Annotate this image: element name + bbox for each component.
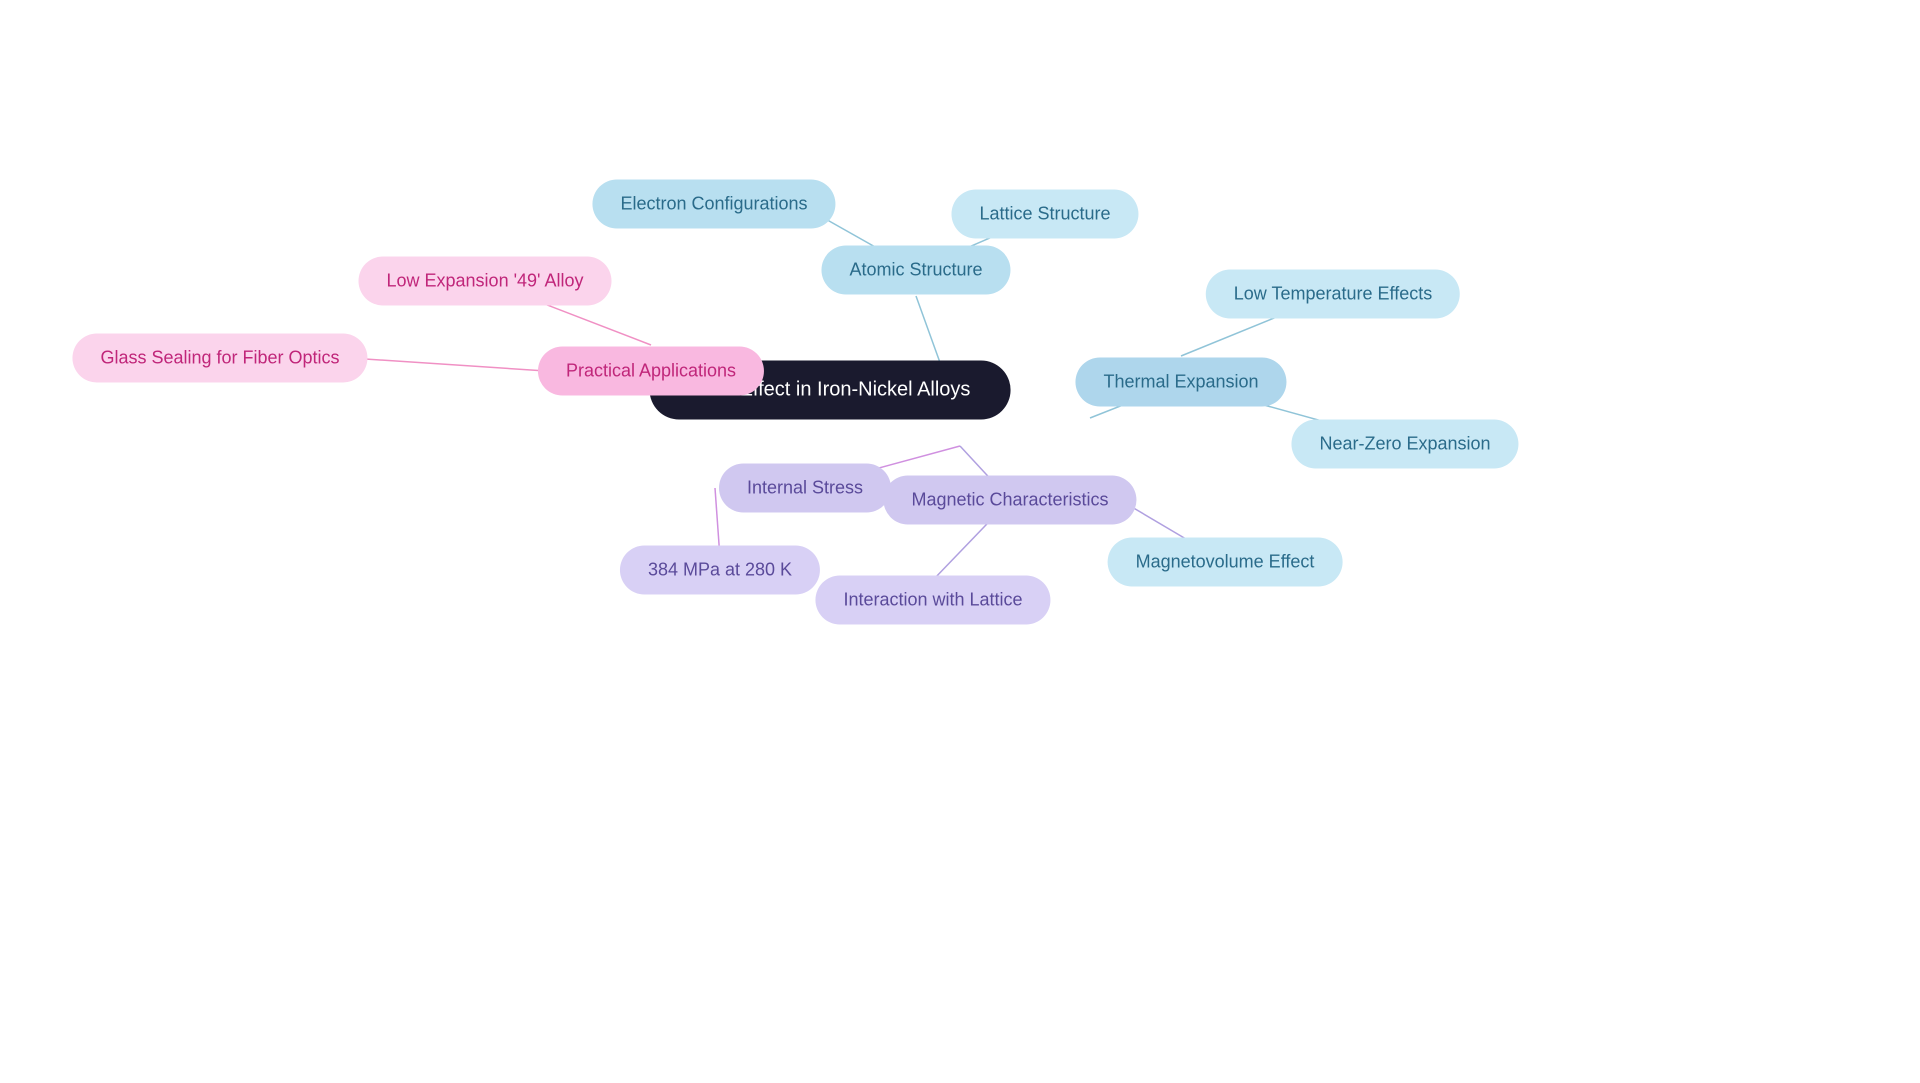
magnetic-characteristics-node[interactable]: Magnetic Characteristics <box>883 476 1136 525</box>
internal-stress-node[interactable]: Internal Stress <box>719 464 891 513</box>
atomic-structure-node[interactable]: Atomic Structure <box>821 246 1010 295</box>
near-zero-expansion-node[interactable]: Near-Zero Expansion <box>1291 420 1518 469</box>
connection-lines <box>0 0 1920 1083</box>
lattice-structure-node[interactable]: Lattice Structure <box>951 190 1138 239</box>
practical-applications-node[interactable]: Practical Applications <box>538 347 764 396</box>
electron-configurations-node[interactable]: Electron Configurations <box>592 180 835 229</box>
interaction-with-lattice-node[interactable]: Interaction with Lattice <box>815 576 1050 625</box>
mind-map-canvas: Invar Effect in Iron-Nickel Alloys Atomi… <box>0 0 1920 1083</box>
magnetovolume-effect-node[interactable]: Magnetovolume Effect <box>1108 538 1343 587</box>
thermal-expansion-node[interactable]: Thermal Expansion <box>1075 358 1286 407</box>
glass-sealing-node[interactable]: Glass Sealing for Fiber Optics <box>72 334 367 383</box>
mpa-value-node[interactable]: 384 MPa at 280 K <box>620 546 820 595</box>
low-temperature-effects-node[interactable]: Low Temperature Effects <box>1206 270 1460 319</box>
low-expansion-alloy-node[interactable]: Low Expansion '49' Alloy <box>359 257 612 306</box>
